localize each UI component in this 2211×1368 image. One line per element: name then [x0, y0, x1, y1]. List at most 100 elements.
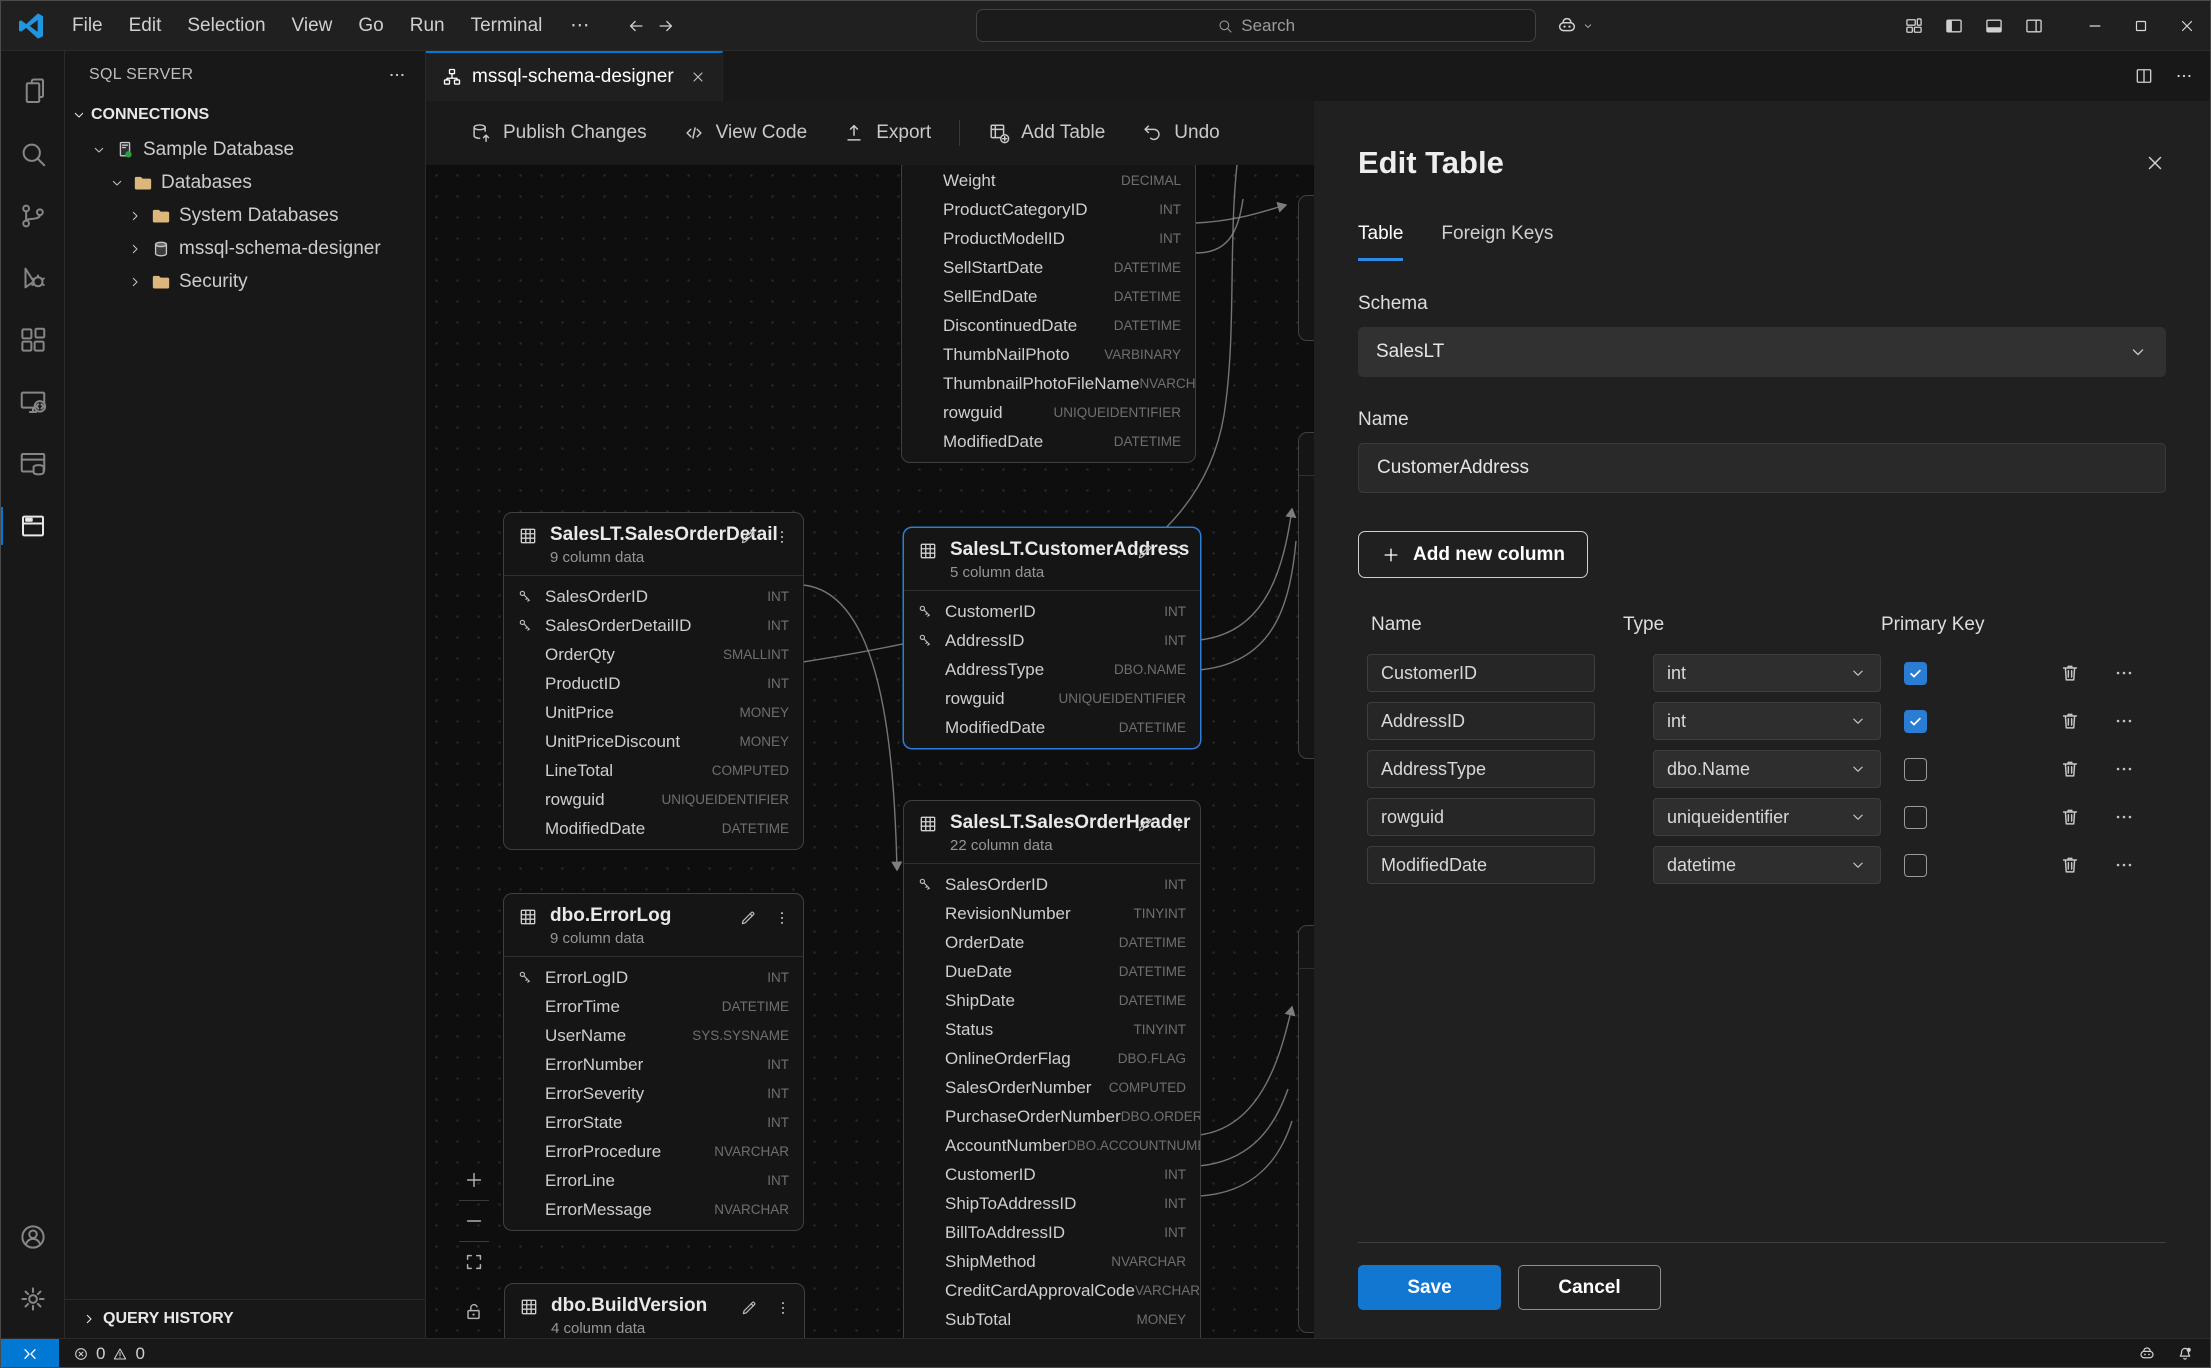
- activity-bar-item[interactable]: [1, 371, 65, 433]
- edit-table-icon[interactable]: [1136, 543, 1154, 561]
- activity-bar-item[interactable]: [1, 495, 65, 557]
- menu-item[interactable]: Go: [345, 10, 396, 42]
- toolbar-button[interactable]: View Code: [669, 114, 822, 152]
- column-type-select[interactable]: dbo.Name: [1653, 750, 1881, 788]
- panel-close-icon[interactable]: [2144, 152, 2166, 174]
- schema-select[interactable]: SalesLT: [1358, 327, 2166, 377]
- column-type-select[interactable]: uniqueidentifier: [1653, 798, 1881, 836]
- delete-column-icon[interactable]: [2059, 854, 2081, 876]
- menu-more[interactable]: ⋯: [557, 9, 602, 42]
- copilot-status-icon[interactable]: [2138, 1345, 2156, 1363]
- menu-item[interactable]: File: [59, 10, 116, 42]
- table-menu-icon[interactable]: [1170, 816, 1188, 834]
- column-name-input[interactable]: AddressType: [1367, 750, 1595, 788]
- table-card[interactable]: SalesLT.SalesOrderHeader 22 column data: [903, 800, 1201, 1338]
- toolbar-button[interactable]: Undo: [1127, 114, 1233, 152]
- activity-bar-item[interactable]: [1, 123, 65, 185]
- edit-table-icon[interactable]: [739, 909, 757, 927]
- delete-column-icon[interactable]: [2059, 710, 2081, 732]
- activity-bar-item[interactable]: [1, 309, 65, 371]
- activity-bar-item[interactable]: [1, 433, 65, 495]
- table-card[interactable]: Weight DECIMAL ProductCategoryID INT: [901, 165, 1196, 463]
- delete-column-icon[interactable]: [2059, 662, 2081, 684]
- menu-item[interactable]: View: [279, 10, 346, 42]
- column-type-select[interactable]: datetime: [1653, 846, 1881, 884]
- edit-table-icon[interactable]: [739, 528, 757, 546]
- column-name: AddressType: [945, 660, 1114, 680]
- table-card[interactable]: dbo.ErrorLog 9 column data: [503, 893, 804, 1231]
- header-name: Name: [1371, 614, 1623, 636]
- tree-item[interactable]: Databases: [65, 166, 425, 199]
- tree-item[interactable]: Security: [65, 265, 425, 298]
- add-new-column-button[interactable]: Add new column: [1358, 531, 1588, 578]
- delete-column-icon[interactable]: [2059, 806, 2081, 828]
- query-history-section-header[interactable]: QUERY HISTORY: [65, 1299, 425, 1338]
- primary-key-checkbox[interactable]: [1904, 806, 1927, 829]
- toolbar-button[interactable]: Publish Changes: [456, 114, 661, 152]
- column-name-input[interactable]: ModifiedDate: [1367, 846, 1595, 884]
- forward-arrow-icon[interactable]: [656, 16, 676, 36]
- cancel-button[interactable]: Cancel: [1518, 1265, 1661, 1310]
- activity-bar-item[interactable]: [1, 1268, 65, 1330]
- toolbar-button[interactable]: Add Table: [974, 114, 1119, 152]
- table-card[interactable]: SalesLT.SalesOrderDetail 9 column data: [503, 512, 804, 850]
- lock-open-icon: [463, 1301, 485, 1323]
- toolbar-button[interactable]: Export: [829, 114, 945, 152]
- table-menu-icon[interactable]: [773, 909, 791, 927]
- menu-item[interactable]: Terminal: [458, 10, 556, 42]
- activity-bar-item[interactable]: [1, 247, 65, 309]
- column-more-icon[interactable]: [2113, 662, 2135, 684]
- tree-item[interactable]: mssql-schema-designer: [65, 232, 425, 265]
- column-name-input[interactable]: CustomerID: [1367, 654, 1595, 692]
- command-center-search[interactable]: Search: [976, 9, 1536, 42]
- edit-table-icon[interactable]: [1136, 816, 1154, 834]
- primary-key-checkbox[interactable]: [1904, 854, 1927, 877]
- problems-status[interactable]: 0 0: [73, 1344, 145, 1364]
- table-menu-icon[interactable]: [773, 528, 791, 546]
- activity-bar-item[interactable]: [1, 185, 65, 247]
- panel-tab[interactable]: Foreign Keys: [1441, 223, 1553, 261]
- fit-to-screen-button[interactable]: [452, 1242, 496, 1282]
- table-card[interactable]: SalesLT.CustomerAddress 5 column data: [903, 527, 1201, 749]
- tab-mssql-schema-designer[interactable]: mssql-schema-designer: [426, 51, 723, 101]
- menu-item[interactable]: Run: [397, 10, 458, 42]
- column-type-select[interactable]: int: [1653, 654, 1881, 692]
- table-column-count: 4 column data: [551, 1320, 724, 1337]
- remote-indicator[interactable]: [1, 1339, 59, 1368]
- copilot-menu[interactable]: [1556, 15, 1594, 37]
- tab-close-icon[interactable]: [690, 69, 706, 85]
- connections-section-header[interactable]: CONNECTIONS: [65, 99, 425, 131]
- table-card[interactable]: dbo.BuildVersion 4 column data: [504, 1283, 805, 1338]
- save-button[interactable]: Save: [1358, 1265, 1501, 1310]
- tree-item[interactable]: System Databases: [65, 199, 425, 232]
- table-menu-icon[interactable]: [774, 1299, 792, 1317]
- editor-more-icon[interactable]: [2174, 66, 2194, 86]
- zoom-in-button[interactable]: [452, 1160, 496, 1200]
- split-editor-icon[interactable]: [2134, 66, 2154, 86]
- column-type-select[interactable]: int: [1653, 702, 1881, 740]
- edit-table-icon[interactable]: [740, 1299, 758, 1317]
- column-more-icon[interactable]: [2113, 806, 2135, 828]
- sidebar-more-actions[interactable]: [387, 65, 407, 85]
- panel-tab[interactable]: Table: [1358, 223, 1403, 261]
- menu-item[interactable]: Edit: [116, 10, 175, 42]
- primary-key-checkbox[interactable]: [1904, 758, 1927, 781]
- menu-item[interactable]: Selection: [174, 10, 278, 42]
- tree-item[interactable]: Sample Database: [65, 133, 425, 166]
- table-name-input[interactable]: CustomerAddress: [1358, 443, 2166, 493]
- column-more-icon[interactable]: [2113, 710, 2135, 732]
- column-name-input[interactable]: rowguid: [1367, 798, 1595, 836]
- column-more-icon[interactable]: [2113, 854, 2135, 876]
- column-more-icon[interactable]: [2113, 758, 2135, 780]
- notifications-bell-icon[interactable]: [2176, 1345, 2194, 1363]
- back-arrow-icon[interactable]: [626, 16, 646, 36]
- primary-key-checkbox[interactable]: [1904, 710, 1927, 733]
- lock-canvas-button[interactable]: [452, 1292, 496, 1332]
- column-name-input[interactable]: AddressID: [1367, 702, 1595, 740]
- primary-key-checkbox[interactable]: [1904, 662, 1927, 685]
- zoom-out-button[interactable]: [452, 1201, 496, 1241]
- activity-bar-item[interactable]: [1, 61, 65, 123]
- delete-column-icon[interactable]: [2059, 758, 2081, 780]
- activity-bar-item[interactable]: [1, 1206, 65, 1268]
- table-menu-icon[interactable]: [1170, 543, 1188, 561]
